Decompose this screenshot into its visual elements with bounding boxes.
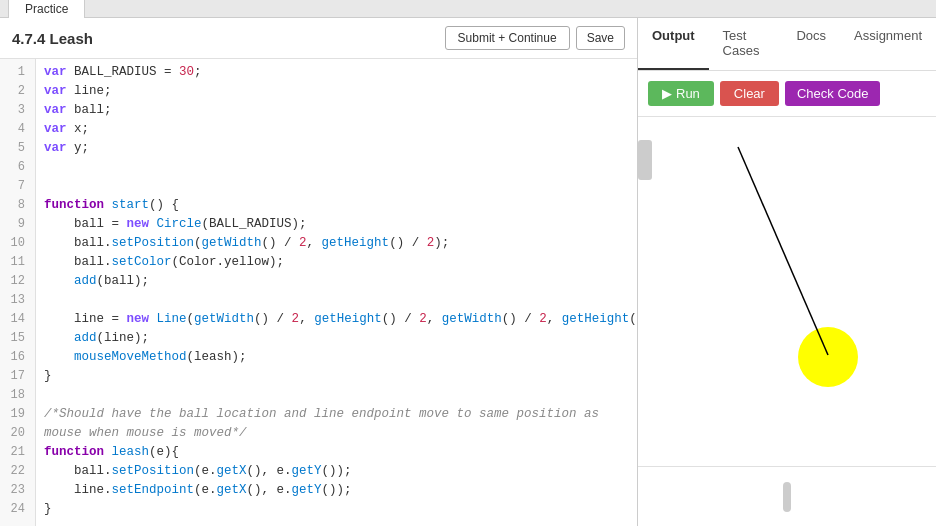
line-graphic [638, 117, 936, 466]
clear-button[interactable]: Clear [720, 81, 779, 106]
editor-header: 4.7.4 Leash Submit + Continue Save [0, 18, 637, 59]
output-canvas [638, 117, 936, 466]
run-icon: ▶ [662, 86, 672, 101]
output-tab-assignment[interactable]: Assignment [840, 18, 936, 70]
run-button[interactable]: ▶ Run [648, 81, 714, 106]
save-button[interactable]: Save [576, 26, 625, 50]
ball-graphic [798, 327, 858, 387]
output-tab-docs[interactable]: Docs [782, 18, 840, 70]
run-label: Run [676, 86, 700, 101]
top-bar: Practice [0, 0, 936, 18]
line-numbers: 123456789101112131415161718192021222324 [0, 59, 36, 526]
resize-handle[interactable] [638, 140, 652, 180]
output-tab-output[interactable]: Output [638, 18, 709, 70]
practice-tab[interactable]: Practice [8, 0, 85, 18]
output-panel: OutputTest CasesDocsAssignment ▶ Run Cle… [638, 18, 936, 526]
output-tabs: OutputTest CasesDocsAssignment [638, 18, 936, 71]
editor-panel: 4.7.4 Leash Submit + Continue Save 12345… [0, 18, 638, 526]
editor-title: 4.7.4 Leash [12, 30, 93, 47]
svg-line-0 [738, 147, 828, 355]
scrollbar-thumb[interactable] [783, 482, 791, 512]
output-tab-test-cases[interactable]: Test Cases [709, 18, 783, 70]
code-area: 123456789101112131415161718192021222324 … [0, 59, 637, 526]
check-code-button[interactable]: Check Code [785, 81, 881, 106]
header-buttons: Submit + Continue Save [445, 26, 625, 50]
code-content[interactable]: var BALL_RADIUS = 30;var line;var ball;v… [36, 59, 637, 526]
output-bottom [638, 466, 936, 526]
output-controls: ▶ Run Clear Check Code [638, 71, 936, 117]
main-container: 4.7.4 Leash Submit + Continue Save 12345… [0, 18, 936, 526]
submit-continue-button[interactable]: Submit + Continue [445, 26, 570, 50]
